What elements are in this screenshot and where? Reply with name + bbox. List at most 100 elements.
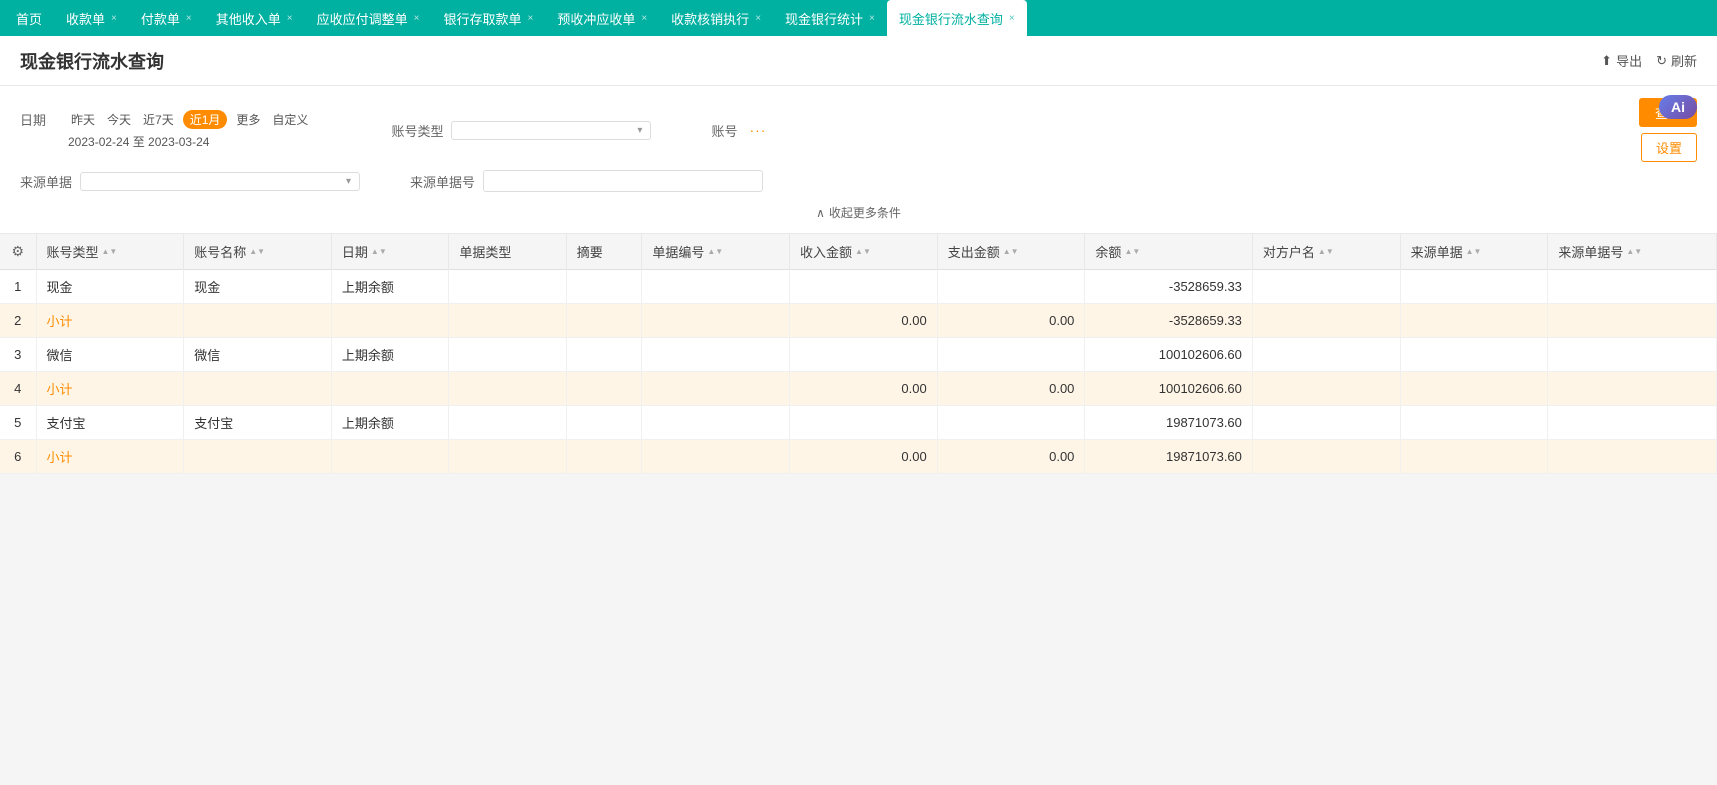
table-cell	[449, 338, 566, 372]
close-icon[interactable]: ×	[869, 13, 875, 24]
source-doc-no-input[interactable]	[483, 170, 763, 192]
th-counterpart[interactable]: 对方户名 ▲▼	[1252, 234, 1400, 270]
th-account-name[interactable]: 账号名称 ▲▼	[184, 234, 332, 270]
table-cell: 小计	[36, 440, 184, 474]
nav-other-income[interactable]: 其他收入单 ×	[204, 0, 305, 36]
shortcut-yesterday[interactable]: 昨天	[68, 110, 98, 129]
th-date[interactable]: 日期 ▲▼	[331, 234, 448, 270]
data-table: ⚙ 账号类型 ▲▼ 账号名称 ▲▼ 日期	[0, 234, 1717, 474]
nav-receipts[interactable]: 收款单 ×	[54, 0, 129, 36]
nav-receipt-verify[interactable]: 收款核销执行 ×	[659, 0, 773, 36]
filter-row-date: 日期 昨天 今天 近7天 近1月 更多 自定义 2023-02-24 至 202…	[20, 98, 1697, 162]
close-icon[interactable]: ×	[755, 13, 761, 24]
table-cell	[184, 372, 332, 406]
table-cell	[566, 372, 642, 406]
export-button[interactable]: ⬆ 导出	[1601, 51, 1642, 70]
account-label: 账号	[711, 121, 741, 140]
header-actions: ⬆ 导出 ↻ 刷新	[1601, 51, 1697, 70]
th-expense[interactable]: 支出金额 ▲▼	[937, 234, 1085, 270]
date-shortcuts: 昨天 今天 近7天 近1月 更多 自定义	[68, 110, 311, 129]
table-cell: 4	[0, 372, 36, 406]
table-cell	[1400, 406, 1548, 440]
th-summary: 摘要	[566, 234, 642, 270]
nav-ar-ap-adjust[interactable]: 应收应付调整单 ×	[305, 0, 432, 36]
table-cell: 19871073.60	[1085, 440, 1252, 474]
table-cell: 100102606.60	[1085, 338, 1252, 372]
sort-icon: ▲▼	[1626, 248, 1642, 256]
collapse-bar[interactable]: ∧ 收起更多条件	[20, 200, 1697, 223]
th-account-type[interactable]: 账号类型 ▲▼	[36, 234, 184, 270]
table-cell	[566, 406, 642, 440]
table-cell	[937, 270, 1085, 304]
nav-bank-deposit[interactable]: 银行存取款单 ×	[431, 0, 545, 36]
nav-cash-bank-stats[interactable]: 现金银行统计 ×	[773, 0, 887, 36]
table-cell	[1252, 406, 1400, 440]
shortcut-today[interactable]: 今天	[104, 110, 134, 129]
table-cell	[331, 440, 448, 474]
table-cell	[331, 372, 448, 406]
refresh-button[interactable]: ↻ 刷新	[1656, 51, 1697, 70]
chevron-down-icon: ▾	[346, 176, 351, 187]
table-cell	[790, 270, 938, 304]
source-doc-select[interactable]: ▾	[80, 172, 360, 191]
close-icon[interactable]: ×	[186, 13, 192, 24]
shortcut-1month[interactable]: 近1月	[183, 110, 228, 129]
sort-icon: ▲▼	[102, 248, 118, 256]
table-row: 2小计0.000.00-3528659.33	[0, 304, 1717, 338]
table-cell: 5	[0, 406, 36, 440]
table-cell	[566, 440, 642, 474]
th-doc-no[interactable]: 单据编号 ▲▼	[642, 234, 790, 270]
table-cell: 上期余额	[331, 270, 448, 304]
shortcut-7days[interactable]: 近7天	[140, 110, 177, 129]
shortcut-more[interactable]: 更多	[233, 110, 263, 129]
nav-home[interactable]: 首页	[4, 0, 54, 36]
table-cell	[642, 372, 790, 406]
th-source-doc-no[interactable]: 来源单据号 ▲▼	[1548, 234, 1717, 270]
nav-cash-bank-flow[interactable]: 现金银行流水查询 ×	[887, 0, 1027, 36]
table-cell	[1400, 440, 1548, 474]
table-cell	[566, 270, 642, 304]
sort-icon: ▲▼	[1124, 248, 1140, 256]
table-cell	[566, 304, 642, 338]
filter-area: 日期 昨天 今天 近7天 近1月 更多 自定义 2023-02-24 至 202…	[0, 86, 1717, 234]
table-cell: 小计	[36, 304, 184, 338]
table-row: 6小计0.000.0019871073.60	[0, 440, 1717, 474]
table-cell: 0.00	[937, 440, 1085, 474]
close-icon[interactable]: ×	[287, 13, 293, 24]
table-cell	[566, 338, 642, 372]
column-settings-icon[interactable]: ⚙	[11, 243, 24, 259]
close-icon[interactable]: ×	[414, 13, 420, 24]
close-icon[interactable]: ×	[1009, 13, 1015, 24]
table-cell	[184, 304, 332, 338]
close-icon[interactable]: ×	[111, 13, 117, 24]
table-cell: 现金	[36, 270, 184, 304]
table-cell: 现金	[184, 270, 332, 304]
account-picker-button[interactable]: ···	[749, 122, 766, 138]
table-cell	[1252, 304, 1400, 338]
th-balance[interactable]: 余额 ▲▼	[1085, 234, 1252, 270]
table-cell: -3528659.33	[1085, 270, 1252, 304]
table-cell: -3528659.33	[1085, 304, 1252, 338]
filter-row-source: 来源单据 ▾ 来源单据号	[20, 170, 1697, 192]
nav-payments[interactable]: 付款单 ×	[129, 0, 204, 36]
th-source-doc[interactable]: 来源单据 ▲▼	[1400, 234, 1548, 270]
table-cell	[449, 270, 566, 304]
table-cell	[642, 304, 790, 338]
table-cell	[1548, 372, 1717, 406]
shortcut-custom[interactable]: 自定义	[269, 110, 311, 129]
close-icon[interactable]: ×	[527, 13, 533, 24]
nav-advance-offset[interactable]: 预收冲应收单 ×	[545, 0, 659, 36]
settings-button[interactable]: 设置	[1641, 133, 1697, 162]
th-doc-type: 单据类型	[449, 234, 566, 270]
close-icon[interactable]: ×	[641, 13, 647, 24]
page-header: 现金银行流水查询 ⬆ 导出 ↻ 刷新	[0, 36, 1717, 86]
sort-icon: ▲▼	[707, 248, 723, 256]
th-income[interactable]: 收入金额 ▲▼	[790, 234, 938, 270]
export-icon: ⬆	[1601, 53, 1612, 69]
sort-icon: ▲▼	[1466, 248, 1482, 256]
table-cell: 100102606.60	[1085, 372, 1252, 406]
ai-badge[interactable]: Ai	[1659, 95, 1697, 119]
table-cell: 0.00	[790, 440, 938, 474]
account-type-select[interactable]: ▾	[451, 121, 651, 140]
table-cell	[331, 304, 448, 338]
